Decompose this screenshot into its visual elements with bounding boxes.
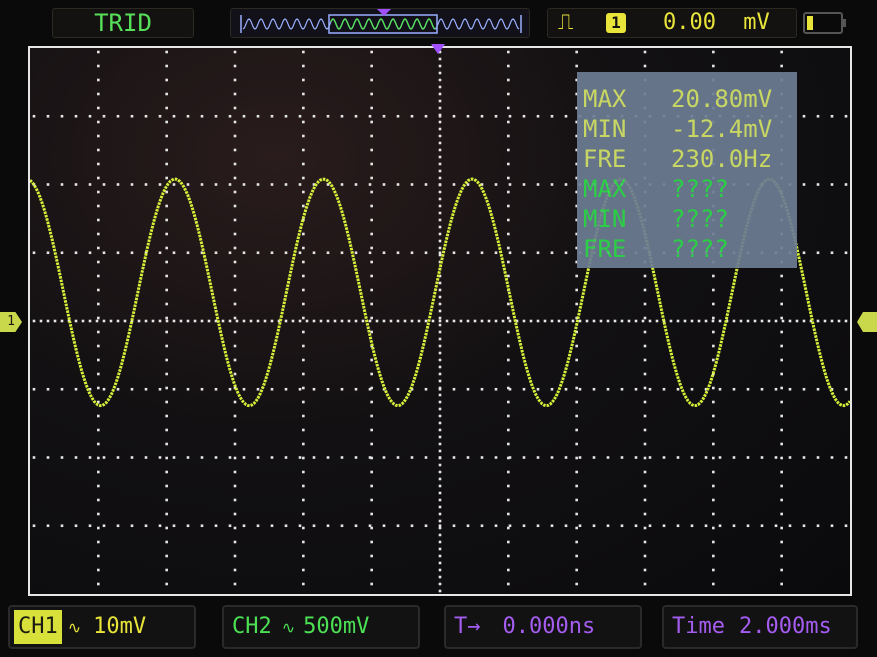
ch2-label: CH2 — [232, 614, 272, 639]
rising-edge-icon: ⎍ — [558, 10, 574, 35]
measure-value: 20.80mV — [671, 85, 773, 113]
ch1-max-row: MAX 20.80mV — [583, 84, 797, 114]
measure-key: FRE — [583, 235, 627, 263]
timebase-label: Time — [672, 614, 725, 639]
ch1-level-marker[interactable]: 1 — [0, 312, 22, 332]
measurement-panel: MAX 20.80mV MIN -12.4mV FRE 230.0Hz MAX … — [577, 72, 797, 268]
trigger-position-marker[interactable] — [431, 44, 445, 54]
timebase-box[interactable]: Time 2.000ms — [662, 605, 858, 649]
ch1-min-row: MIN -12.4mV — [583, 114, 797, 144]
trigger-level-unit: mV — [743, 10, 770, 35]
time-offset-label: T→ — [454, 614, 481, 639]
battery-icon — [800, 8, 852, 38]
time-offset-value: 0.000ns — [502, 614, 596, 639]
trigger-status: TRID — [52, 8, 194, 38]
ch2-min-row: MIN ???? — [583, 204, 797, 234]
trigger-level-marker[interactable] — [857, 312, 877, 332]
measure-value: ???? — [671, 175, 729, 203]
ch2-max-row: MAX ???? — [583, 174, 797, 204]
measure-value: 230.0Hz — [671, 145, 773, 173]
ch1-label: CH1 — [14, 610, 62, 644]
measure-key: FRE — [583, 145, 627, 173]
ch2-volts-per-div: 500mV — [303, 614, 370, 639]
measure-value: ???? — [671, 205, 729, 233]
trigger-channel-badge: 1 — [606, 13, 626, 33]
ac-coupling-icon: ∿ — [281, 618, 296, 637]
ch2-scale-box[interactable]: CH2 ∿ 500mV — [222, 605, 420, 649]
ac-coupling-icon: ∿ — [67, 618, 82, 637]
trigger-info[interactable]: ⎍ 1 0.00 mV — [547, 8, 797, 38]
measure-key: MIN — [583, 115, 627, 143]
measure-value: ???? — [671, 235, 729, 263]
ch1-scale-box[interactable]: CH1 ∿ 10mV — [8, 605, 196, 649]
measure-key: MAX — [583, 85, 627, 113]
time-offset-box[interactable]: T→ 0.000ns — [444, 605, 642, 649]
overview-window — [328, 14, 438, 34]
measure-value: -12.4mV — [671, 115, 773, 143]
measure-key: MAX — [583, 175, 627, 203]
trigger-level-value: 0.00 — [663, 10, 716, 35]
measure-key: MIN — [583, 205, 627, 233]
ch2-freq-row: FRE ???? — [583, 234, 797, 264]
overview-waveform — [240, 9, 522, 34]
timebase-value: 2.000ms — [738, 614, 832, 639]
ch1-volts-per-div: 10mV — [93, 614, 147, 639]
waveform-overview[interactable] — [230, 8, 530, 38]
ch1-freq-row: FRE 230.0Hz — [583, 144, 797, 174]
